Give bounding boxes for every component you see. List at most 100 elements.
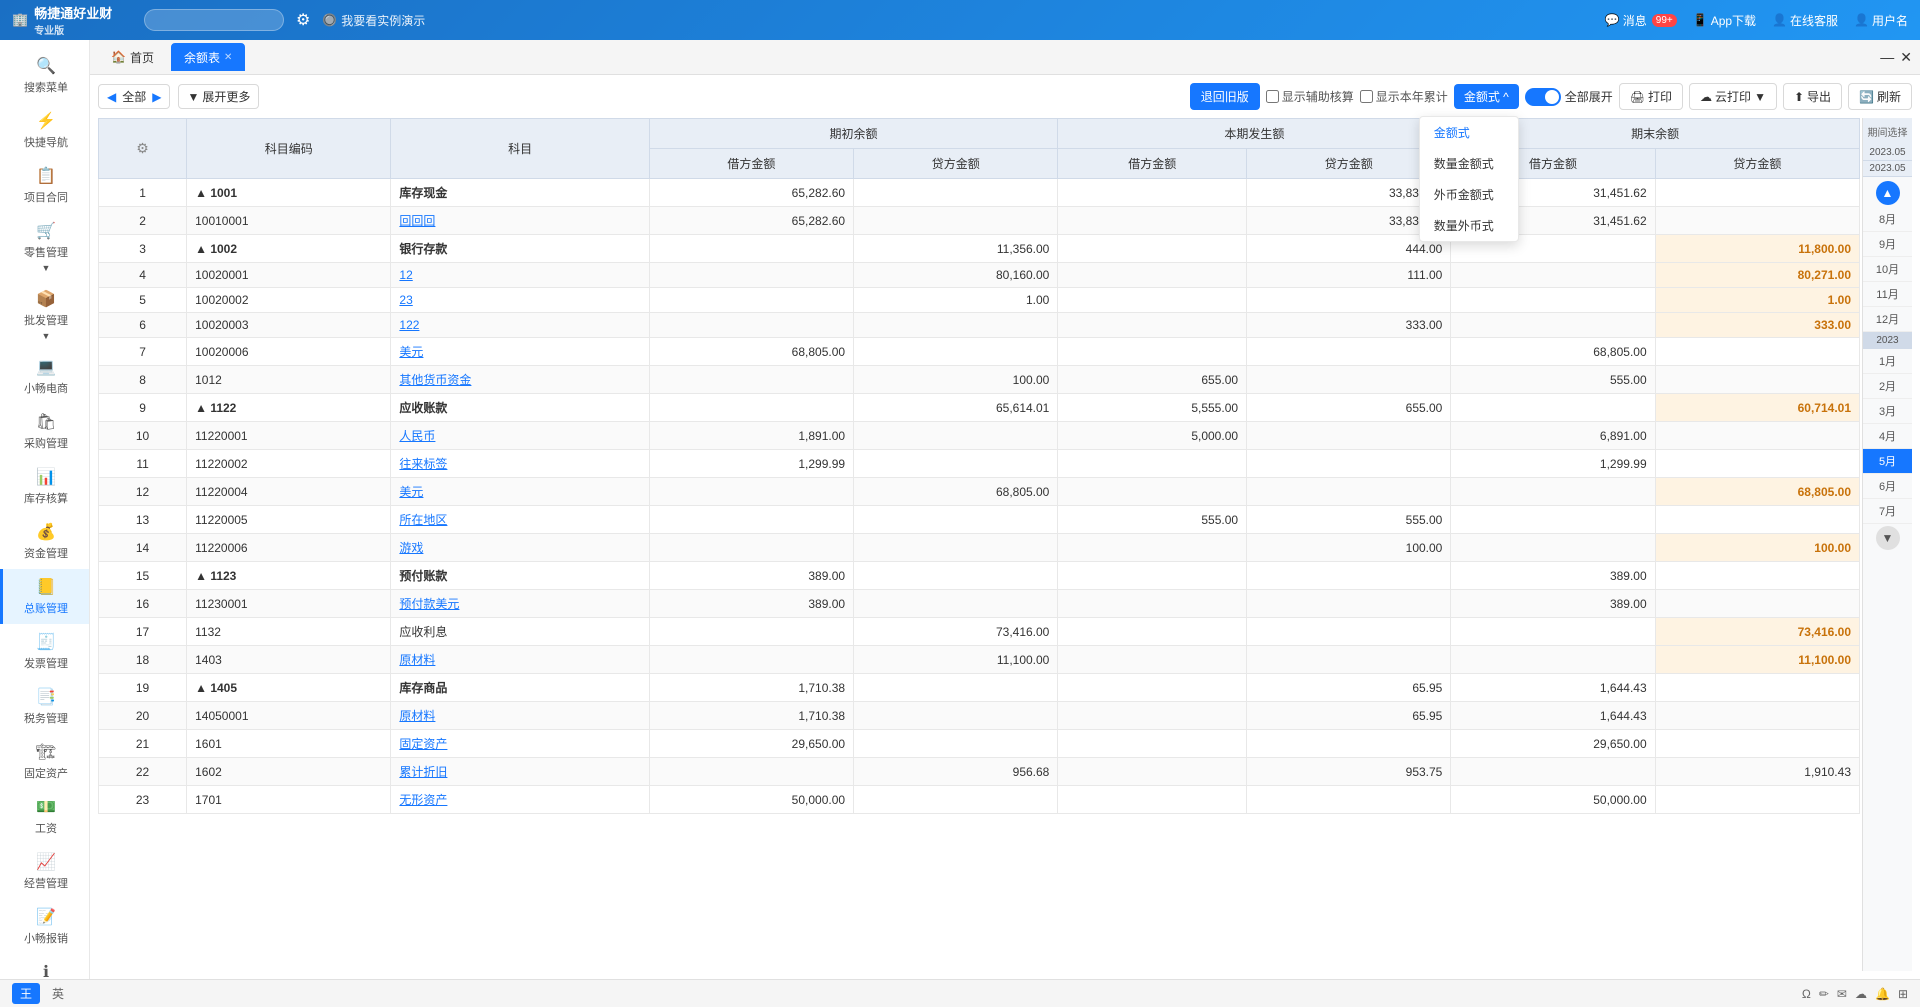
cloud-print-btn[interactable]: ☁ 云打印 ▼ [1689, 83, 1777, 110]
lang-indicator[interactable]: 英 [52, 985, 64, 1002]
tab-home[interactable]: 🏠 首页 [98, 43, 167, 71]
gear-icon[interactable]: ⚙ [136, 140, 149, 156]
sidebar-item-ecommerce[interactable]: 💻 小畅电商 [0, 349, 89, 404]
table-cell[interactable]: 122 [391, 313, 649, 338]
sidebar-item-quick[interactable]: ⚡ 快捷导航 [0, 103, 89, 158]
table-cell[interactable]: 其他货币资金 [391, 366, 649, 394]
window-close-btn[interactable]: ✕ [1900, 49, 1912, 66]
table-cell[interactable]: 美元 [391, 338, 649, 366]
sidebar-item-purchase[interactable]: 🛍 采购管理 [0, 404, 89, 459]
table-cell[interactable]: 应收账款 [391, 394, 649, 422]
show-helper-checkbox[interactable]: 显示辅助核算 [1266, 88, 1354, 105]
table-cell[interactable]: 累计折旧 [391, 758, 649, 786]
table-cell[interactable]: 银行存款 [391, 235, 649, 263]
table-cell [1655, 702, 1859, 730]
table-cell[interactable]: 人民币 [391, 422, 649, 450]
settings-icon[interactable]: ⚙ [296, 10, 310, 30]
expand-more-btn[interactable]: ▼ 展开更多 [178, 84, 259, 109]
table-cell[interactable]: 往来标签 [391, 450, 649, 478]
sidebar-item-basic[interactable]: ℹ 基础信息 [0, 954, 89, 979]
search-box[interactable]: ◀ 全部 ▶ [98, 84, 170, 109]
tab-balance[interactable]: 余额表 ✕ [171, 43, 245, 71]
table-row: 1011220001人民币1,891.005,000.006,891.00 [99, 422, 1860, 450]
table-cell[interactable]: 游戏 [391, 534, 649, 562]
left-arrow-icon[interactable]: ◀ [107, 90, 116, 104]
sidebar-item-operations[interactable]: 📈 经营管理 [0, 844, 89, 899]
sidebar-item-ledger[interactable]: 📒 总账管理 [0, 569, 89, 624]
mode-option-amount[interactable]: 金额式 [1420, 117, 1518, 148]
mode-option-foreign[interactable]: 外币金额式 [1420, 179, 1518, 210]
date-aug[interactable]: 8月 [1863, 207, 1912, 232]
user-avatar[interactable]: 👤 用户名 [1854, 12, 1908, 29]
mode-option-qty-amount[interactable]: 数量金额式 [1420, 148, 1518, 179]
right-arrow-icon[interactable]: ▶ [152, 90, 161, 104]
table-cell: 100.00 [854, 366, 1058, 394]
sidebar-item-invoice[interactable]: 🧾 发票管理 [0, 624, 89, 679]
next-year-btn[interactable]: ▼ [1876, 526, 1900, 550]
return-old-btn[interactable]: 退回旧版 [1190, 83, 1260, 110]
app-download-btn[interactable]: 📱 App下载 [1693, 12, 1756, 29]
refresh-btn[interactable]: 🔄 刷新 [1848, 83, 1912, 110]
show-yearly-checkbox[interactable]: 显示本年累计 [1360, 88, 1448, 105]
sidebar-item-project[interactable]: 📋 项目合同 [0, 158, 89, 213]
sidebar-item-sales[interactable]: 📝 小畅报销 [0, 899, 89, 954]
col-curr-debit: 借方金额 [1058, 149, 1247, 179]
prev-year-btn[interactable]: ▲ [1876, 181, 1900, 205]
date-mar[interactable]: 3月 [1863, 399, 1912, 424]
table-row: 1211220004美元68,805.0068,805.00 [99, 478, 1860, 506]
date-nov[interactable]: 11月 [1863, 282, 1912, 307]
print-btn[interactable]: 🖨 打印 [1619, 83, 1683, 110]
table-cell[interactable]: 固定资产 [391, 730, 649, 758]
sidebar-item-search[interactable]: 🔍 搜索菜单 [0, 48, 89, 103]
date-oct[interactable]: 10月 [1863, 257, 1912, 282]
table-cell[interactable]: 原材料 [391, 702, 649, 730]
table-cell[interactable]: 回回回 [391, 207, 649, 235]
date-dec[interactable]: 12月 [1863, 307, 1912, 332]
table-cell [1655, 562, 1859, 590]
message-btn[interactable]: 💬 消息 99+ [1605, 12, 1677, 29]
table-cell[interactable]: 库存商品 [391, 674, 649, 702]
sidebar-item-finance[interactable]: 💰 资金管理 [0, 514, 89, 569]
date-jan[interactable]: 1月 [1863, 349, 1912, 374]
online-service-btn[interactable]: 👤 在线客服 [1772, 12, 1838, 29]
mode-btn[interactable]: 金额式 ^ [1454, 84, 1519, 109]
sidebar-item-wholesale[interactable]: 📦 批发管理 ▼ [0, 281, 89, 349]
ime-indicator[interactable]: 王 [12, 983, 40, 1004]
table-cell[interactable]: 预付账款 [391, 562, 649, 590]
status-bar: 王 英 Ω ✏ ✉ ☁ 🔔 ⊞ [0, 979, 1920, 1007]
date-feb[interactable]: 2月 [1863, 374, 1912, 399]
table-cell[interactable]: 所在地区 [391, 506, 649, 534]
date-jun[interactable]: 6月 [1863, 474, 1912, 499]
table-cell[interactable]: 23 [391, 288, 649, 313]
table-cell[interactable]: 无形资产 [391, 786, 649, 814]
table-cell: 11220002 [187, 450, 391, 478]
tab-close-icon[interactable]: ✕ [224, 52, 232, 63]
sidebar-item-assets[interactable]: 🏗 固定资产 [0, 734, 89, 789]
table-cell: 65,282.60 [649, 179, 853, 207]
table-cell[interactable]: 原材料 [391, 646, 649, 674]
window-minimize-btn[interactable]: — [1880, 49, 1894, 65]
table-cell [1451, 263, 1655, 288]
table-cell[interactable]: 美元 [391, 478, 649, 506]
table-cell[interactable]: 库存现金 [391, 179, 649, 207]
date-jul[interactable]: 7月 [1863, 499, 1912, 524]
purchase-icon: 🛍 [36, 412, 56, 432]
table-cell[interactable]: 应收利息 [391, 618, 649, 646]
sidebar-item-retail[interactable]: 🛒 零售管理 ▼ [0, 213, 89, 281]
date-apr[interactable]: 4月 [1863, 424, 1912, 449]
table-cell: 80,160.00 [854, 263, 1058, 288]
date-may[interactable]: 5月 [1863, 449, 1912, 474]
date-sep[interactable]: 9月 [1863, 232, 1912, 257]
sidebar-item-tax[interactable]: 📑 税务管理 [0, 679, 89, 734]
table-cell[interactable]: 12 [391, 263, 649, 288]
sidebar-item-inventory[interactable]: 📊 库存核算 [0, 459, 89, 514]
table-cell[interactable]: 预付款美元 [391, 590, 649, 618]
table-cell [1058, 618, 1247, 646]
top-search-input[interactable] [144, 9, 284, 31]
mode-option-qty-foreign[interactable]: 数量外币式 [1420, 210, 1518, 241]
expand-all-toggle[interactable] [1525, 88, 1561, 106]
export-btn[interactable]: ⬆ 导出 [1783, 83, 1842, 110]
demo-link[interactable]: 🔘 我要看实例演示 [322, 12, 425, 29]
sales-icon: 📝 [36, 907, 56, 927]
sidebar-item-salary[interactable]: 💵 工资 [0, 789, 89, 844]
